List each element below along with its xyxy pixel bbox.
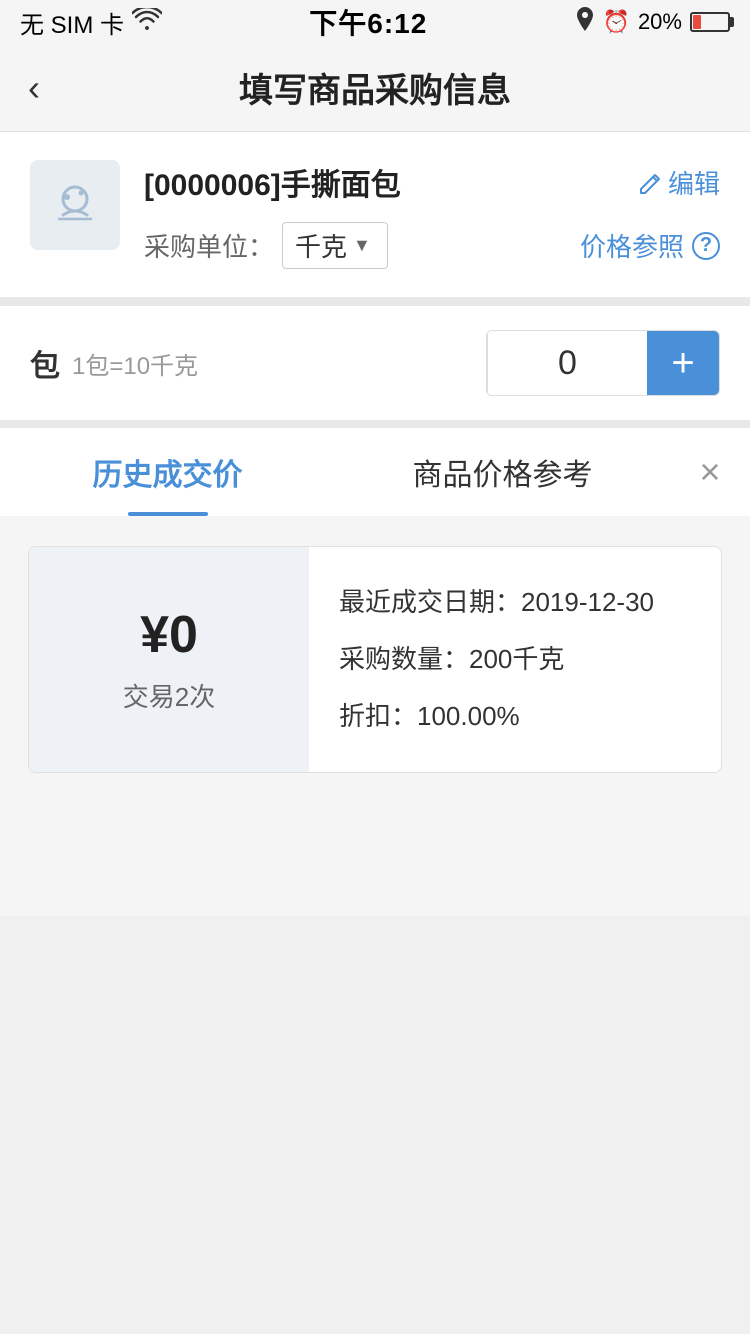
info-icon: ? (692, 232, 720, 260)
discount-label: 折扣： (339, 701, 417, 731)
quantity-unit: 包 (30, 341, 60, 385)
product-card: [0000006]手撕面包 编辑 采购单位： 千克 ▼ 价格参照 ? (0, 132, 750, 298)
location-icon (575, 7, 595, 37)
tab-price-ref[interactable]: 商品价格参考 (335, 428, 670, 516)
history-card-right: 最近成交日期：2019-12-30 采购数量：200千克 折扣：100.00% (309, 547, 721, 772)
quantity-convert: 1包=10千克 (72, 346, 198, 381)
carrier-label: 无 SIM 卡 (20, 5, 124, 40)
page-title: 填写商品采购信息 (239, 63, 511, 112)
product-info: [0000006]手撕面包 编辑 采购单位： 千克 ▼ 价格参照 ? (144, 160, 720, 269)
tab-close-button[interactable]: × (670, 428, 750, 516)
quantity-control: + (486, 330, 720, 396)
edit-button[interactable]: 编辑 (638, 164, 720, 201)
tab-history-price[interactable]: 历史成交价 (0, 428, 335, 516)
unit-label: 采购单位： (144, 227, 274, 264)
status-left: 无 SIM 卡 (20, 5, 162, 40)
tab-active-underline (128, 512, 208, 516)
product-unit-row: 采购单位： 千克 ▼ 价格参照 ? (144, 222, 720, 269)
price-ref-label: 价格参照 (580, 227, 684, 264)
tab-price-ref-label: 商品价格参考 (413, 450, 593, 494)
wifi-icon (132, 8, 162, 37)
product-name: [0000006]手撕面包 (144, 160, 401, 204)
unit-value: 千克 (295, 227, 347, 264)
history-qty-line: 采购数量：200千克 (339, 640, 691, 679)
product-header-row: [0000006]手撕面包 编辑 (144, 160, 720, 204)
status-right: ⏰ 20% (575, 7, 730, 37)
quantity-row: 包 1包=10千克 + (0, 298, 750, 420)
qty-label: 采购数量： (339, 644, 469, 674)
back-button[interactable]: ‹ (28, 67, 40, 109)
edit-label: 编辑 (668, 164, 720, 201)
quantity-left: 包 1包=10千克 (30, 341, 198, 385)
history-card: ¥0 交易2次 最近成交日期：2019-12-30 采购数量：200千克 折扣：… (28, 546, 722, 773)
discount-value: 100.00% (417, 701, 520, 731)
history-price: ¥0 (140, 605, 198, 665)
date-label: 最近成交日期： (339, 587, 521, 617)
content-area: ¥0 交易2次 最近成交日期：2019-12-30 采购数量：200千克 折扣：… (0, 516, 750, 916)
history-discount-line: 折扣：100.00% (339, 697, 691, 736)
chevron-down-icon: ▼ (353, 235, 371, 256)
qty-value: 200千克 (469, 644, 564, 674)
history-count: 交易2次 (123, 677, 215, 714)
tab-history-label: 历史成交价 (93, 450, 243, 494)
history-card-left: ¥0 交易2次 (29, 547, 309, 772)
battery-percent: 20% (638, 9, 682, 35)
status-bar: 无 SIM 卡 下午6:12 ⏰ 20% (0, 0, 750, 44)
date-value: 2019-12-30 (521, 587, 654, 617)
tabs-container: 历史成交价 商品价格参考 × (0, 420, 750, 516)
unit-select[interactable]: 千克 ▼ (282, 222, 388, 269)
price-ref-button[interactable]: 价格参照 ? (580, 227, 720, 264)
battery-icon (690, 12, 730, 32)
status-time: 下午6:12 (309, 2, 427, 42)
product-logo (30, 160, 120, 250)
history-date-line: 最近成交日期：2019-12-30 (339, 583, 691, 622)
header: ‹ 填写商品采购信息 (0, 44, 750, 132)
unit-select-wrapper[interactable]: 采购单位： 千克 ▼ (144, 222, 388, 269)
quantity-plus-button[interactable]: + (647, 331, 719, 395)
quantity-input[interactable] (487, 331, 647, 395)
alarm-icon: ⏰ (603, 9, 630, 35)
